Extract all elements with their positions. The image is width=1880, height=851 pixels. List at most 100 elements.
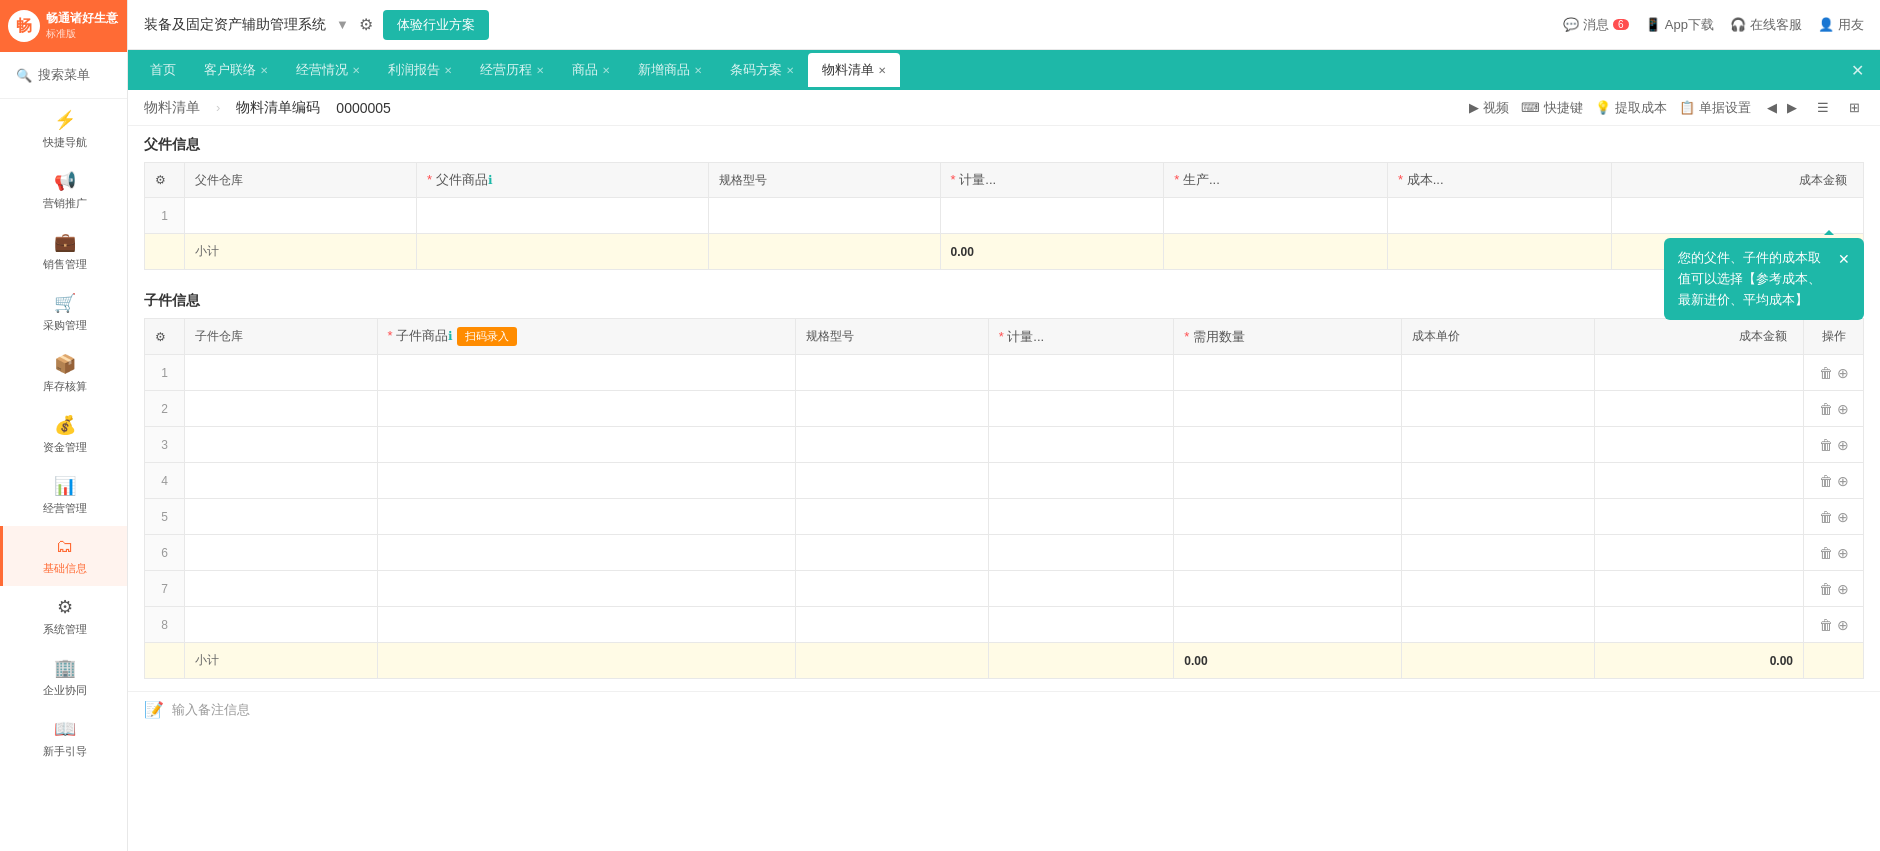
child-warehouse-cell[interactable] bbox=[185, 571, 378, 607]
video-action[interactable]: ▶ 视频 bbox=[1469, 99, 1509, 117]
child-spec-cell[interactable] bbox=[796, 463, 989, 499]
extract-cost-action[interactable]: 💡 提取成本 bbox=[1595, 99, 1667, 117]
child-goods-cell[interactable] bbox=[377, 571, 796, 607]
sidebar-item-finance[interactable]: 💰 资金管理 bbox=[0, 404, 127, 465]
child-goods-cell[interactable] bbox=[377, 355, 796, 391]
breadcrumb-bom-list[interactable]: 物料清单 bbox=[144, 99, 200, 117]
child-cost-unit-cell[interactable] bbox=[1402, 391, 1595, 427]
sidebar-item-inventory[interactable]: 📦 库存核算 bbox=[0, 343, 127, 404]
search-menu-button[interactable]: 🔍 搜索菜单 bbox=[8, 60, 119, 90]
parent-warehouse-cell[interactable] bbox=[185, 198, 417, 234]
tab-operations-overview[interactable]: 经营情况 ✕ bbox=[282, 53, 374, 87]
child-spec-cell[interactable] bbox=[796, 571, 989, 607]
child-warehouse-cell[interactable] bbox=[185, 463, 378, 499]
child-cost-unit-cell[interactable] bbox=[1402, 535, 1595, 571]
child-quantity-cell[interactable] bbox=[1174, 427, 1402, 463]
grid-view-icon[interactable]: ⊞ bbox=[1845, 98, 1864, 117]
child-spec-cell[interactable] bbox=[796, 499, 989, 535]
delete-row-icon[interactable]: 🗑 bbox=[1819, 437, 1833, 453]
child-goods-cell[interactable] bbox=[377, 427, 796, 463]
tab-close-biz-history[interactable]: ✕ bbox=[536, 65, 544, 76]
scan-input-button[interactable]: 扫码录入 bbox=[457, 327, 517, 346]
copy-row-icon[interactable]: ⊕ bbox=[1837, 509, 1849, 525]
sidebar-item-quick-nav[interactable]: ⚡ 快捷导航 bbox=[0, 99, 127, 160]
child-unit-cell[interactable] bbox=[988, 391, 1174, 427]
tooltip-close-button[interactable]: ✕ bbox=[1838, 248, 1850, 270]
tab-close-barcode[interactable]: ✕ bbox=[786, 65, 794, 76]
delete-row-icon[interactable]: 🗑 bbox=[1819, 545, 1833, 561]
tab-goods[interactable]: 商品 ✕ bbox=[558, 53, 624, 87]
settings-gear-icon[interactable]: ⚙ bbox=[359, 15, 373, 34]
tab-home[interactable]: 首页 bbox=[136, 53, 190, 87]
delete-row-icon[interactable]: 🗑 bbox=[1819, 365, 1833, 381]
child-goods-cell[interactable] bbox=[377, 535, 796, 571]
sidebar-item-marketing[interactable]: 📢 营销推广 bbox=[0, 160, 127, 221]
sidebar-item-sales[interactable]: 💼 销售管理 bbox=[0, 221, 127, 282]
child-cost-unit-cell[interactable] bbox=[1402, 355, 1595, 391]
copy-row-icon[interactable]: ⊕ bbox=[1837, 437, 1849, 453]
tab-close-customer[interactable]: ✕ bbox=[260, 65, 268, 76]
sidebar-item-basic-info[interactable]: 🗂 基础信息 bbox=[0, 526, 127, 586]
child-goods-cell[interactable] bbox=[377, 607, 796, 643]
app-download-button[interactable]: 📱 App下载 bbox=[1645, 16, 1714, 34]
child-quantity-cell[interactable] bbox=[1174, 391, 1402, 427]
list-view-icon[interactable]: ☰ bbox=[1813, 98, 1833, 117]
prev-page-button[interactable]: ◀ bbox=[1763, 98, 1781, 117]
child-quantity-cell[interactable] bbox=[1174, 499, 1402, 535]
copy-row-icon[interactable]: ⊕ bbox=[1837, 545, 1849, 561]
delete-row-icon[interactable]: 🗑 bbox=[1819, 617, 1833, 633]
child-spec-cell[interactable] bbox=[796, 391, 989, 427]
experience-button[interactable]: 体验行业方案 bbox=[383, 10, 489, 40]
child-quantity-cell[interactable] bbox=[1174, 355, 1402, 391]
parent-produce-cell[interactable] bbox=[1164, 198, 1388, 234]
single-settings-action[interactable]: 📋 单据设置 bbox=[1679, 99, 1751, 117]
child-goods-cell[interactable] bbox=[377, 463, 796, 499]
tab-close-new-goods[interactable]: ✕ bbox=[694, 65, 702, 76]
child-warehouse-cell[interactable] bbox=[185, 607, 378, 643]
child-spec-cell[interactable] bbox=[796, 607, 989, 643]
shortcut-action[interactable]: ⌨ 快捷键 bbox=[1521, 99, 1583, 117]
copy-row-icon[interactable]: ⊕ bbox=[1837, 401, 1849, 417]
tab-biz-history[interactable]: 经营历程 ✕ bbox=[466, 53, 558, 87]
child-unit-cell[interactable] bbox=[988, 571, 1174, 607]
copy-row-icon[interactable]: ⊕ bbox=[1837, 617, 1849, 633]
delete-row-icon[interactable]: 🗑 bbox=[1819, 509, 1833, 525]
next-page-button[interactable]: ▶ bbox=[1783, 98, 1801, 117]
child-warehouse-cell[interactable] bbox=[185, 535, 378, 571]
parent-unit-cell[interactable] bbox=[940, 198, 1164, 234]
child-warehouse-cell[interactable] bbox=[185, 391, 378, 427]
copy-row-icon[interactable]: ⊕ bbox=[1837, 473, 1849, 489]
parent-col-gear[interactable]: ⚙ bbox=[145, 163, 185, 198]
child-warehouse-cell[interactable] bbox=[185, 499, 378, 535]
child-warehouse-cell[interactable] bbox=[185, 355, 378, 391]
child-spec-cell[interactable] bbox=[796, 355, 989, 391]
sidebar-item-operations[interactable]: 📊 经营管理 bbox=[0, 465, 127, 526]
child-col-gear[interactable]: ⚙ bbox=[145, 319, 185, 355]
tab-close-operations[interactable]: ✕ bbox=[352, 65, 360, 76]
parent-goods-cell[interactable] bbox=[417, 198, 708, 234]
child-quantity-cell[interactable] bbox=[1174, 463, 1402, 499]
tab-profit-report[interactable]: 利润报告 ✕ bbox=[374, 53, 466, 87]
tab-close-bom[interactable]: ✕ bbox=[878, 65, 886, 76]
child-unit-cell[interactable] bbox=[988, 427, 1174, 463]
sidebar-item-enterprise[interactable]: 🏢 企业协同 bbox=[0, 647, 127, 708]
child-cost-unit-cell[interactable] bbox=[1402, 499, 1595, 535]
tab-barcode-plan[interactable]: 条码方案 ✕ bbox=[716, 53, 808, 87]
child-cost-unit-cell[interactable] bbox=[1402, 571, 1595, 607]
child-warehouse-cell[interactable] bbox=[185, 427, 378, 463]
child-cost-unit-cell[interactable] bbox=[1402, 427, 1595, 463]
copy-row-icon[interactable]: ⊕ bbox=[1837, 365, 1849, 381]
bottom-hint-text[interactable]: 输入备注信息 bbox=[172, 701, 250, 719]
tab-close-goods[interactable]: ✕ bbox=[602, 65, 610, 76]
message-button[interactable]: 💬 消息 6 bbox=[1563, 16, 1629, 34]
delete-row-icon[interactable]: 🗑 bbox=[1819, 401, 1833, 417]
child-unit-cell[interactable] bbox=[988, 499, 1174, 535]
child-spec-cell[interactable] bbox=[796, 535, 989, 571]
sidebar-item-guide[interactable]: 📖 新手引导 bbox=[0, 708, 127, 769]
parent-cost-cell[interactable] bbox=[1388, 198, 1612, 234]
sidebar-item-system[interactable]: ⚙ 系统管理 bbox=[0, 586, 127, 647]
parent-spec-cell[interactable] bbox=[708, 198, 940, 234]
child-goods-cell[interactable] bbox=[377, 499, 796, 535]
tab-bom-list[interactable]: 物料清单 ✕ bbox=[808, 53, 900, 87]
copy-row-icon[interactable]: ⊕ bbox=[1837, 581, 1849, 597]
